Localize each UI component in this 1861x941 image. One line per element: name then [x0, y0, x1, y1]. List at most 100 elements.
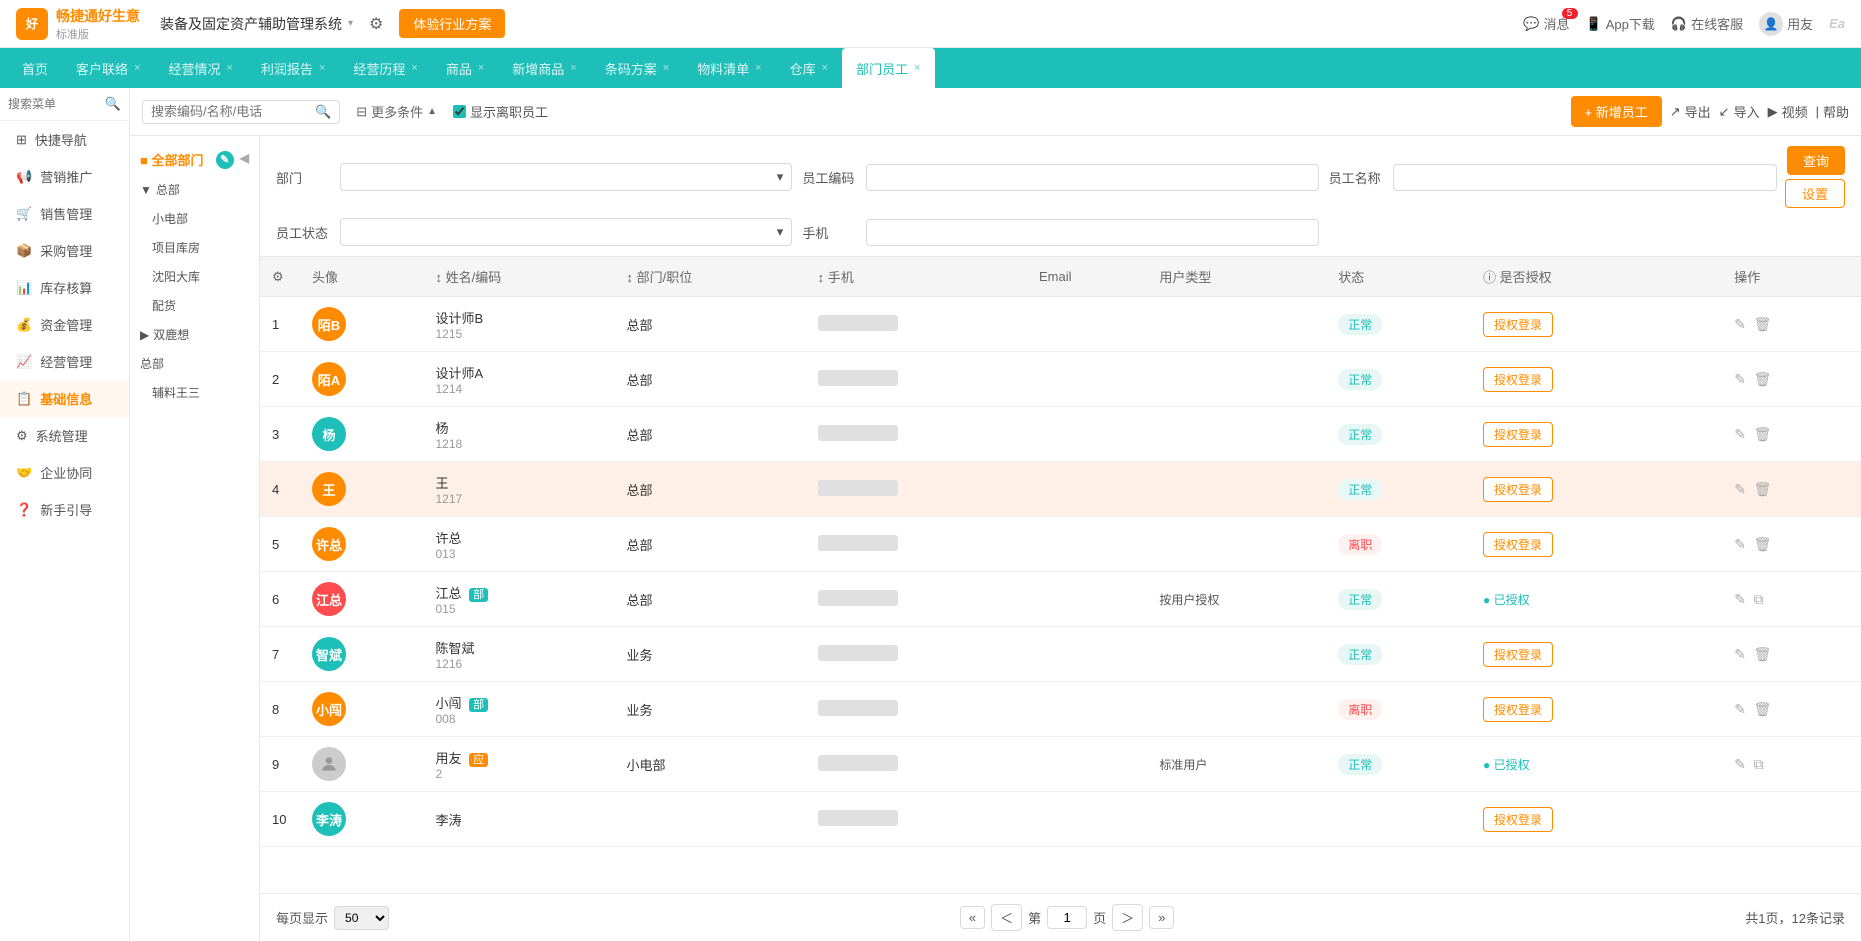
add-employee-button[interactable]: + 新增员工: [1571, 96, 1662, 127]
sidebar-item-finance[interactable]: 💰 资金管理: [0, 306, 129, 343]
system-dropdown-arrow[interactable]: ▾: [348, 18, 353, 29]
edit-icon[interactable]: ✎: [1734, 536, 1746, 552]
sidebar-item-collab[interactable]: 🤝 企业协同: [0, 454, 129, 491]
prev-page-button[interactable]: ＜: [991, 904, 1022, 931]
import-button[interactable]: ↙ 导入: [1719, 102, 1760, 121]
auth-button[interactable]: 授权登录: [1483, 807, 1553, 832]
dept-node-general[interactable]: ▼ 总部: [130, 175, 259, 204]
sidebar-item-basic-info[interactable]: 📋 基础信息: [0, 380, 129, 417]
trial-button[interactable]: 体验行业方案: [399, 9, 505, 38]
view-button[interactable]: ▶ 视频: [1768, 102, 1808, 121]
delete-icon[interactable]: 🗑: [1754, 701, 1772, 717]
nav-tab-profit[interactable]: 利润报告 ×: [247, 48, 339, 88]
close-icon[interactable]: ×: [822, 62, 828, 74]
more-filter-button[interactable]: ⊟ 更多条件 ▲: [348, 98, 445, 125]
app-download-button[interactable]: 📱 App下载: [1586, 14, 1655, 33]
col-settings[interactable]: ⚙: [260, 257, 300, 297]
delete-icon[interactable]: 🗑: [1754, 646, 1772, 662]
sidebar-item-inventory[interactable]: 📊 库存核算: [0, 269, 129, 306]
query-button[interactable]: 查询: [1787, 146, 1845, 175]
nav-tab-employees[interactable]: 部门员工 ×: [842, 48, 934, 88]
copy-icon[interactable]: ⧉: [1754, 756, 1764, 772]
dept-node-shuangluxiang[interactable]: ▶ 双鹿想: [130, 320, 259, 349]
sidebar-item-system[interactable]: ⚙ 系统管理: [0, 417, 129, 454]
reset-button[interactable]: 设置: [1785, 179, 1845, 208]
auth-button[interactable]: 授权登录: [1483, 422, 1553, 447]
page-number-input[interactable]: [1047, 906, 1087, 929]
sidebar-item-business[interactable]: 📈 经营管理: [0, 343, 129, 380]
dept-node-fuzhu[interactable]: 辅料王三: [130, 378, 259, 407]
nav-tab-barcode[interactable]: 条码方案 ×: [591, 48, 683, 88]
nav-tab-home[interactable]: 首页: [8, 48, 62, 88]
nav-tab-warehouse[interactable]: 仓库 ×: [776, 48, 842, 88]
dept-node-delivery[interactable]: 配货: [130, 291, 259, 320]
auth-button[interactable]: 授权登录: [1483, 367, 1553, 392]
close-icon[interactable]: ×: [478, 62, 484, 74]
sidebar-item-purchase[interactable]: 📦 采购管理: [0, 232, 129, 269]
col-dept-position[interactable]: ↕ 部门/职位: [615, 257, 806, 297]
auth-button[interactable]: 授权登录: [1483, 312, 1553, 337]
nav-tab-bom[interactable]: 物料清单 ×: [683, 48, 775, 88]
dept-node-project[interactable]: 项目库房: [130, 233, 259, 262]
edit-icon[interactable]: ✎: [1734, 591, 1746, 607]
nav-tab-history[interactable]: 经营历程 ×: [339, 48, 431, 88]
help-button[interactable]: | 帮助: [1816, 102, 1849, 121]
sidebar-item-marketing[interactable]: 📢 营销推广: [0, 158, 129, 195]
dept-node-general2[interactable]: 总部: [130, 349, 259, 378]
auth-button[interactable]: 授权登录: [1483, 532, 1553, 557]
next-page-button[interactable]: ＞: [1112, 904, 1143, 931]
close-icon[interactable]: ×: [134, 62, 140, 74]
close-icon[interactable]: ×: [914, 62, 920, 74]
close-icon[interactable]: ×: [570, 62, 576, 74]
auth-button[interactable]: 授权登录: [1483, 477, 1553, 502]
nav-tab-goods[interactable]: 商品 ×: [432, 48, 498, 88]
close-icon[interactable]: ×: [319, 62, 325, 74]
copy-icon[interactable]: ⧉: [1754, 591, 1764, 607]
edit-icon[interactable]: ✎: [1734, 371, 1746, 387]
delete-icon[interactable]: 🗑: [1754, 426, 1772, 442]
close-icon[interactable]: ×: [663, 62, 669, 74]
search-input[interactable]: [151, 104, 311, 119]
delete-icon[interactable]: 🗑: [1754, 371, 1772, 387]
auth-button[interactable]: 授权登录: [1483, 697, 1553, 722]
support-button[interactable]: 🎧 在线客服: [1671, 14, 1743, 33]
dept-node-small-electric[interactable]: 小电部: [130, 204, 259, 233]
sidebar-search-input[interactable]: [8, 97, 105, 111]
last-page-button[interactable]: »: [1149, 906, 1174, 929]
export-button[interactable]: ↗ 导出: [1670, 102, 1711, 121]
show-resigned-label[interactable]: 显示离职员工: [453, 102, 548, 121]
sidebar-search[interactable]: 🔍: [0, 88, 129, 121]
col-phone[interactable]: ↕ 手机: [806, 257, 1027, 297]
nav-tab-operation[interactable]: 经营情况 ×: [154, 48, 246, 88]
edit-dept-icon[interactable]: ✎: [216, 151, 234, 169]
sidebar-item-sales[interactable]: 🛒 销售管理: [0, 195, 129, 232]
edit-icon[interactable]: ✎: [1734, 701, 1746, 717]
edit-icon[interactable]: ✎: [1734, 756, 1746, 772]
delete-icon[interactable]: 🗑: [1754, 536, 1772, 552]
edit-icon[interactable]: ✎: [1734, 481, 1746, 497]
dept-node-shenyang[interactable]: 沈阳大库: [130, 262, 259, 291]
auth-button[interactable]: 授权登录: [1483, 642, 1553, 667]
emp-code-input[interactable]: [866, 164, 1318, 191]
search-wrap[interactable]: 🔍: [142, 100, 340, 124]
nav-tab-customer[interactable]: 客户联络 ×: [62, 48, 154, 88]
edit-icon[interactable]: ✎: [1734, 646, 1746, 662]
emp-name-input[interactable]: [1393, 164, 1777, 191]
dept-select[interactable]: ▾: [340, 163, 792, 191]
nav-tab-add-goods[interactable]: 新增商品 ×: [498, 48, 590, 88]
col-name-code[interactable]: ↕ 姓名/编码: [423, 257, 614, 297]
delete-icon[interactable]: 🗑: [1754, 481, 1772, 497]
phone-input[interactable]: [866, 219, 1318, 246]
emp-status-select[interactable]: ▾: [340, 218, 792, 246]
collapse-icon[interactable]: ◀: [240, 151, 249, 169]
show-resigned-checkbox[interactable]: [453, 105, 466, 118]
message-button[interactable]: 💬 消息 5: [1523, 14, 1569, 33]
sidebar-item-quick-nav[interactable]: ⊞ 快捷导航: [0, 121, 129, 158]
edit-icon[interactable]: ✎: [1734, 426, 1746, 442]
user-button[interactable]: 👤 用友: [1759, 12, 1813, 36]
first-page-button[interactable]: «: [960, 906, 985, 929]
delete-icon[interactable]: 🗑: [1754, 316, 1772, 332]
close-icon[interactable]: ×: [411, 62, 417, 74]
edit-icon[interactable]: ✎: [1734, 316, 1746, 332]
page-size-select[interactable]: 50 100 200: [334, 906, 389, 930]
